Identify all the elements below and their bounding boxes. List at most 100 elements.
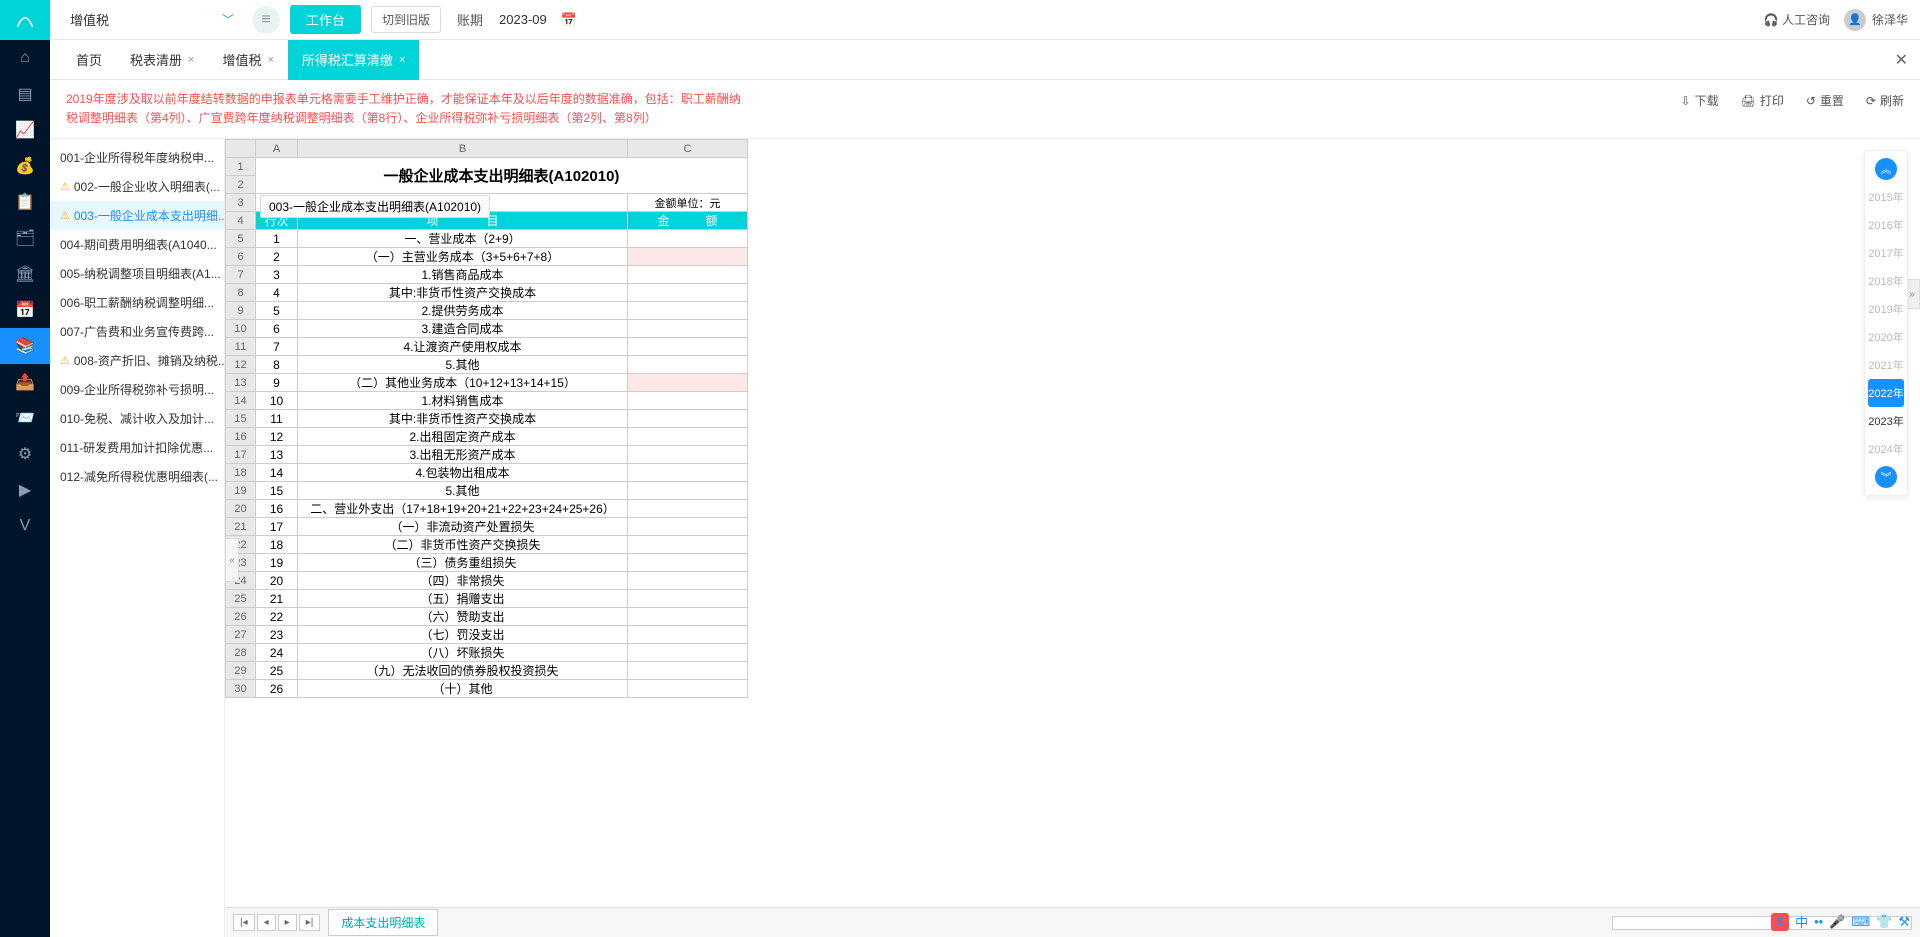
cell-seq[interactable]: 7 [256,338,298,356]
download-button[interactable]: ⇩ 下载 [1681,92,1719,109]
form-item-11[interactable]: 012-减免所得税优惠明细表(... [50,462,224,491]
row-header[interactable]: 16 [226,428,256,446]
nav-settings-icon[interactable]: ⚙ [0,436,50,472]
row-header[interactable]: 20 [226,500,256,518]
cell-amount[interactable] [628,590,748,608]
cell-item[interactable]: （五）捐赠支出 [298,590,628,608]
cell-amount[interactable] [628,464,748,482]
cell-item[interactable]: 1.材料销售成本 [298,392,628,410]
cell-amount[interactable] [628,410,748,428]
sheet-nav-prev[interactable]: ◂ [257,914,276,931]
app-logo[interactable] [0,0,50,40]
cell-amount[interactable] [628,626,748,644]
year-option[interactable]: 2020年 [1868,323,1903,351]
row-header[interactable]: 28 [226,644,256,662]
cell-amount[interactable] [628,554,748,572]
row-header[interactable]: 11 [226,338,256,356]
cell-seq[interactable]: 23 [256,626,298,644]
cell-seq[interactable]: 22 [256,608,298,626]
cell-item[interactable]: （十）其他 [298,680,628,698]
nav-temple-icon[interactable]: 🏛 [0,256,50,292]
form-item-5[interactable]: 006-职工薪酬纳税调整明细... [50,288,224,317]
cell-amount[interactable] [628,356,748,374]
year-up-button[interactable]: ︽ [1875,158,1897,180]
nav-export-icon[interactable]: 📤 [0,364,50,400]
nav-money-icon[interactable]: 💰 [0,148,50,184]
nav-stack-icon[interactable]: 📚 [0,328,50,364]
category-dropdown[interactable]: 增值税 ﹀ [62,6,242,34]
cell-amount[interactable] [628,662,748,680]
close-icon[interactable]: × [399,54,405,66]
cell-seq[interactable]: 6 [256,320,298,338]
sheet-nav-first[interactable]: |◂ [233,914,255,931]
row-header[interactable]: 29 [226,662,256,680]
year-option[interactable]: 2019年 [1868,295,1903,323]
year-option[interactable]: 2018年 [1868,267,1903,295]
cell-amount[interactable] [628,680,748,698]
row-header[interactable]: 30 [226,680,256,698]
cell-seq[interactable]: 10 [256,392,298,410]
cell-seq[interactable]: 12 [256,428,298,446]
cell-seq[interactable]: 11 [256,410,298,428]
refresh-button[interactable]: ⟳ 刷新 [1866,92,1904,109]
list-toggle-button[interactable]: ≡ [252,6,280,34]
cell-item[interactable]: 5.其他 [298,482,628,500]
cell-seq[interactable]: 24 [256,644,298,662]
row-header[interactable]: 8 [226,284,256,302]
nav-chart-icon[interactable]: 📈 [0,112,50,148]
row-header[interactable]: 21 [226,518,256,536]
cell-item[interactable]: （二）非货币性资产交换损失 [298,536,628,554]
year-option[interactable]: 2017年 [1868,239,1903,267]
row-header[interactable]: 10 [226,320,256,338]
cell-seq[interactable]: 26 [256,680,298,698]
cell-seq[interactable]: 8 [256,356,298,374]
ime-toolbox-icon[interactable]: ⚒ [1898,914,1910,930]
cell-amount[interactable] [628,500,748,518]
form-item-7[interactable]: ⚠008-资产折旧、摊销及纳税... [50,346,224,375]
cell-item[interactable]: （九）无法收回的债券股权投资损失 [298,662,628,680]
row-header[interactable]: 26 [226,608,256,626]
period-value[interactable]: 2023-09 [499,12,547,27]
cell-amount[interactable] [628,608,748,626]
row-header[interactable]: 14 [226,392,256,410]
cell-seq[interactable]: 19 [256,554,298,572]
nav-inbox-icon[interactable]: 📨 [0,400,50,436]
collapse-form-list-button[interactable]: « [225,538,239,582]
row-header[interactable]: 7 [226,266,256,284]
row-header[interactable]: 9 [226,302,256,320]
cell-item[interactable]: 1.销售商品成本 [298,266,628,284]
col-header-a[interactable]: A [256,140,298,158]
nav-video-icon[interactable]: ▶ [0,472,50,508]
cell-seq[interactable]: 16 [256,500,298,518]
user-menu[interactable]: 👤 徐泽华 [1844,9,1908,31]
tab-0[interactable]: 首页 [62,40,116,80]
form-item-1[interactable]: ⚠002-一般企业收入明细表(... [50,172,224,201]
cell-amount[interactable] [628,536,748,554]
ime-skin-icon[interactable]: 👕 [1876,914,1892,930]
cell-seq[interactable]: 13 [256,446,298,464]
close-icon[interactable]: × [188,54,194,66]
spreadsheet[interactable]: A B C 1一般企业成本支出明细表(A102010) 2 3 003-一般企业… [225,139,748,698]
cell-amount[interactable] [628,374,748,392]
row-header[interactable]: 13 [226,374,256,392]
year-option[interactable]: 2022年 [1868,379,1903,407]
cell-seq[interactable]: 21 [256,590,298,608]
cell-amount[interactable] [628,644,748,662]
cell-item[interactable]: 2.出租固定资产成本 [298,428,628,446]
close-icon[interactable]: × [267,54,273,66]
row-header[interactable]: 2 [226,176,256,194]
cell-item[interactable]: （六）赞助支出 [298,608,628,626]
sheet-nav-next[interactable]: ▸ [278,914,297,931]
switch-old-button[interactable]: 切到旧版 [371,6,441,33]
cell-seq[interactable]: 14 [256,464,298,482]
cell-item[interactable]: 4.让渡资产使用权成本 [298,338,628,356]
cell-seq[interactable]: 5 [256,302,298,320]
cell-item[interactable]: 3.出租无形资产成本 [298,446,628,464]
close-all-tabs-icon[interactable]: ✕ [1895,50,1908,70]
cell-item[interactable]: 5.其他 [298,356,628,374]
print-button[interactable]: 🖨 打印 [1741,92,1784,109]
cell-seq[interactable]: 3 [256,266,298,284]
cell-item[interactable]: 2.提供劳务成本 [298,302,628,320]
sheet-nav-last[interactable]: ▸| [299,914,321,931]
cell-amount[interactable] [628,248,748,266]
